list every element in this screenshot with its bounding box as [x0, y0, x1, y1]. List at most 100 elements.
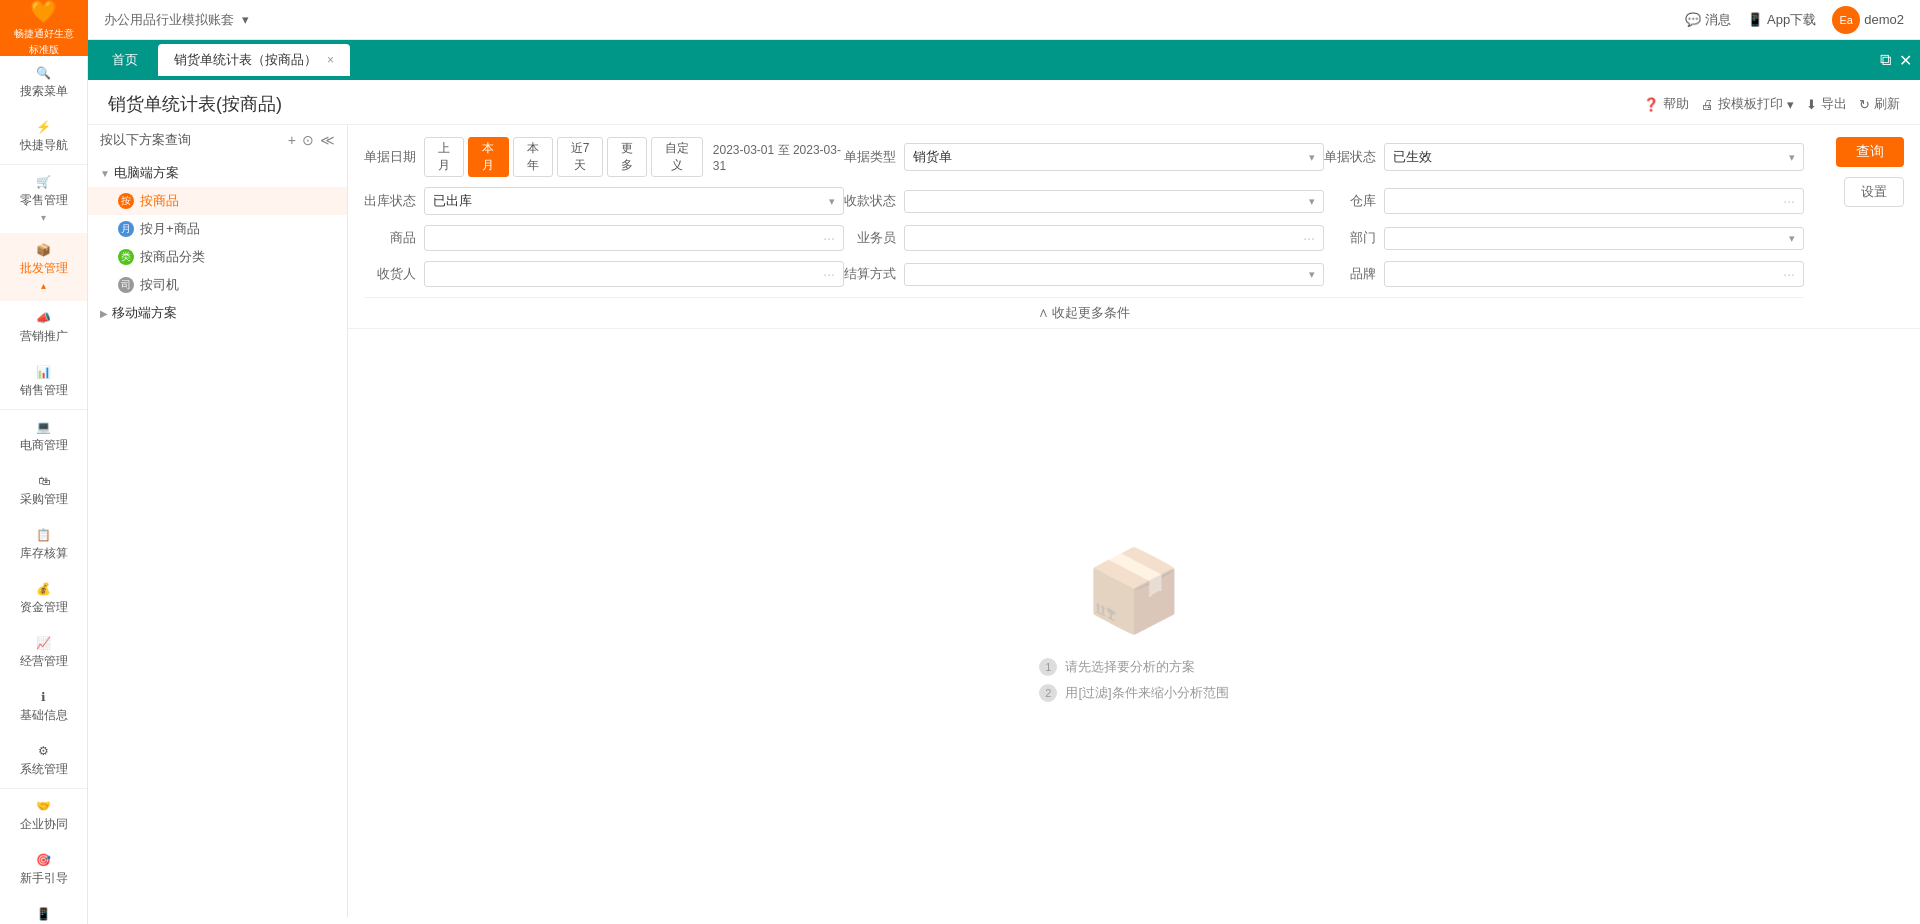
app-download-button[interactable]: 📱 App下载 [1747, 11, 1816, 29]
sidebar-purchase-label: 采购管理 [20, 491, 68, 508]
filter-receiver-cell: 收货人 ··· [364, 261, 844, 287]
ecommerce-icon: 💻 [36, 420, 51, 434]
sidebar-item-wholesale[interactable]: 📦 批发管理 ▴ [0, 233, 87, 301]
app-logo[interactable]: 🧡 畅捷通好生意 标准版 [0, 0, 88, 56]
sidebar-item-finance[interactable]: 💰 资金管理 [0, 572, 87, 626]
industry-selector[interactable]: 办公用品行业模拟账套 ▾ [104, 11, 249, 29]
salesperson-label: 业务员 [844, 229, 904, 247]
operations-icon: 📈 [36, 636, 51, 650]
refresh-button[interactable]: ↻ 刷新 [1859, 95, 1900, 113]
scheme-header-title: 按以下方案查询 [100, 131, 191, 149]
receiver-select[interactable]: ··· [424, 261, 844, 287]
date-btn-last-month[interactable]: 上月 [424, 137, 464, 177]
outstatus-select[interactable]: 已出库 ▾ [424, 187, 844, 215]
outstatus-arrow: ▾ [829, 195, 835, 208]
quick-nav-icon: ⚡ [36, 120, 51, 134]
restore-window-icon[interactable]: ⧉ [1880, 51, 1891, 69]
goods-select[interactable]: ··· [424, 225, 844, 251]
receiptstatus-arrow: ▾ [1309, 195, 1315, 208]
tree-item-label-3: 按司机 [140, 276, 179, 294]
sidebar-item-retail[interactable]: 🛒 零售管理 ▾ [0, 165, 87, 233]
filter-doctype-cell: 单据类型 销货单 ▾ [844, 143, 1324, 171]
close-window-icon[interactable]: ✕ [1899, 51, 1912, 70]
tab-home[interactable]: 首页 [96, 44, 154, 76]
user-profile[interactable]: Ea demo2 [1832, 6, 1904, 34]
filter-salesperson-cell: 业务员 ··· [844, 225, 1324, 251]
sidebar-item-operations[interactable]: 📈 经营管理 [0, 626, 87, 680]
docstatus-arrow: ▾ [1789, 151, 1795, 164]
filter-row-4: 收货人 ··· 结算方式 ▾ [364, 261, 1804, 287]
scheme-add-icon[interactable]: + [288, 132, 296, 148]
tree-group-expand-icon: ▼ [100, 168, 110, 179]
help-button[interactable]: ❓ 帮助 [1643, 95, 1689, 113]
docstatus-select[interactable]: 已生效 ▾ [1384, 143, 1804, 171]
print-icon: 🖨 [1701, 97, 1714, 112]
top-header: 办公用品行业模拟账套 ▾ 💬 消息 📱 App下载 Ea demo2 [88, 0, 1920, 40]
sidebar-item-purchase[interactable]: 🛍 采购管理 [0, 464, 87, 518]
filter-outstatus-cell: 出库状态 已出库 ▾ [364, 187, 844, 215]
print-dropdown-icon: ▾ [1787, 97, 1794, 112]
right-panel: 单据日期 上月 本月 本年 近7天 更多 自定义 2023-03-01 至 20… [348, 125, 1920, 917]
settlement-arrow: ▾ [1309, 268, 1315, 281]
sidebar-marketing-label: 营销推广 [20, 328, 68, 345]
warehouse-dots: ··· [1783, 193, 1795, 209]
date-btn-more[interactable]: 更多 [607, 137, 647, 177]
print-label: 按模板打印 [1718, 95, 1783, 113]
date-btn-this-month[interactable]: 本月 [468, 137, 508, 177]
outstatus-value: 已出库 [433, 192, 472, 210]
export-button[interactable]: ⬇ 导出 [1806, 95, 1847, 113]
tree-item-icon-1: 月 [118, 221, 134, 237]
tree-item-by-month-product[interactable]: 月 按月+商品 [88, 215, 347, 243]
filter-row-2: 出库状态 已出库 ▾ 收款状态 ▾ [364, 187, 1804, 215]
sidebar-item-quick-nav[interactable]: ⚡ 快捷导航 [0, 110, 87, 164]
sidebar-item-cooperation[interactable]: 🤝 企业协同 [0, 789, 87, 843]
sidebar-sales-label: 销售管理 [20, 382, 68, 399]
sidebar-item-app-center[interactable]: 📱 应用中心 [0, 897, 87, 924]
refresh-icon: ↻ [1859, 97, 1870, 112]
query-button[interactable]: 查询 [1836, 137, 1904, 167]
sidebar-item-search[interactable]: 🔍 搜索菜单 [0, 56, 87, 110]
salesperson-select[interactable]: ··· [904, 225, 1324, 251]
settings-button[interactable]: 设置 [1844, 177, 1904, 207]
doctype-select[interactable]: 销货单 ▾ [904, 143, 1324, 171]
collapse-bar[interactable]: ∧ 收起更多条件 [364, 297, 1804, 328]
sidebar-item-basic-info[interactable]: ℹ 基础信息 [0, 680, 87, 734]
tree-group-mobile-header[interactable]: ▶ 移动端方案 [88, 299, 347, 327]
sidebar: 🧡 畅捷通好生意 标准版 🔍 搜索菜单 ⚡ 快捷导航 🛒 零售管理 ▾ 📦 批发… [0, 0, 88, 924]
filter-row-3: 商品 ··· 业务员 ··· [364, 225, 1804, 251]
sidebar-item-marketing[interactable]: 📣 营销推广 [0, 301, 87, 355]
sidebar-item-system[interactable]: ⚙ 系统管理 [0, 734, 87, 788]
scheme-collapse-icon[interactable]: ≪ [320, 132, 335, 148]
department-select[interactable]: ▾ [1384, 227, 1804, 250]
filter-brand-cell: 品牌 ··· [1324, 261, 1804, 287]
brand-select[interactable]: ··· [1384, 261, 1804, 287]
tree-item-by-driver[interactable]: 司 按司机 [88, 271, 347, 299]
tree-group-pc-header[interactable]: ▼ 电脑端方案 [88, 159, 347, 187]
tree-item-by-product[interactable]: 按 按商品 [88, 187, 347, 215]
tab-active[interactable]: 销货单统计表（按商品） × [158, 44, 350, 76]
scheme-edit-icon[interactable]: ⊙ [302, 132, 314, 148]
tab-close-icon[interactable]: × [327, 53, 334, 67]
filter-docstatus-cell: 单据状态 已生效 ▾ [1324, 143, 1804, 171]
help-label: 帮助 [1663, 95, 1689, 113]
warehouse-select[interactable]: ··· [1384, 188, 1804, 214]
sidebar-item-ecommerce[interactable]: 💻 电商管理 [0, 410, 87, 464]
empty-illustration: 📦 [1084, 544, 1184, 638]
tree-item-by-category[interactable]: 类 按商品分类 [88, 243, 347, 271]
docstatus-value: 已生效 [1393, 148, 1432, 166]
sidebar-item-newbie[interactable]: 🎯 新手引导 [0, 843, 87, 897]
print-button[interactable]: 🖨 按模板打印 ▾ [1701, 95, 1794, 113]
refresh-label: 刷新 [1874, 95, 1900, 113]
date-btn-7days[interactable]: 近7天 [557, 137, 603, 177]
receiver-label: 收货人 [364, 265, 424, 283]
settlement-select[interactable]: ▾ [904, 263, 1324, 286]
sidebar-item-sales[interactable]: 📊 销售管理 [0, 355, 87, 409]
wholesale-expand-icon: ▴ [41, 280, 46, 291]
app-name: 畅捷通好生意 [14, 27, 74, 41]
date-btn-custom[interactable]: 自定义 [651, 137, 702, 177]
date-btn-this-year[interactable]: 本年 [513, 137, 553, 177]
message-button[interactable]: 💬 消息 [1685, 11, 1731, 29]
receiptstatus-select[interactable]: ▾ [904, 190, 1324, 213]
sidebar-item-inventory[interactable]: 📋 库存核算 [0, 518, 87, 572]
body-area: 按以下方案查询 + ⊙ ≪ ▼ 电脑端方案 [88, 125, 1920, 917]
